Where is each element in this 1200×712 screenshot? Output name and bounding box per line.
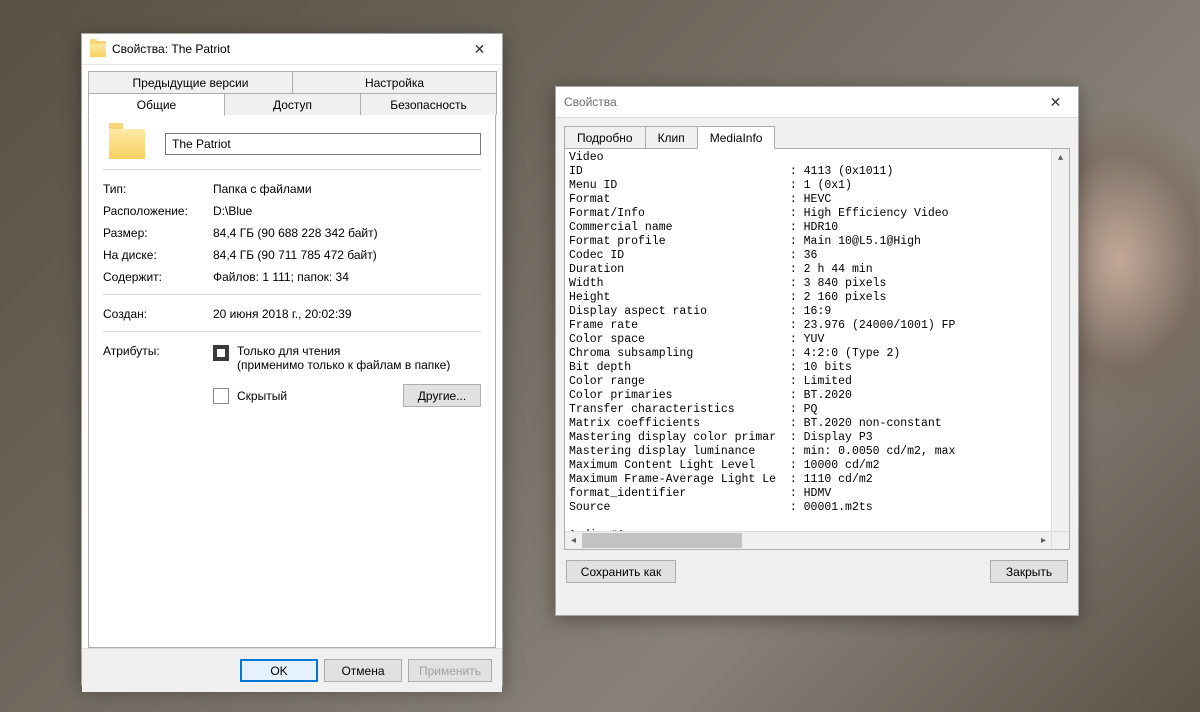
mediainfo-panel: Video ID : 4113 (0x1011) Menu ID : 1 (0x… bbox=[564, 148, 1070, 550]
save-as-button[interactable]: Сохранить как bbox=[566, 560, 676, 583]
horizontal-scrollbar[interactable]: ◂ ▸ bbox=[565, 531, 1052, 549]
readonly-note: (применимо только к файлам в папке) bbox=[237, 358, 450, 372]
attributes-label: Атрибуты: bbox=[103, 344, 213, 358]
advanced-button[interactable]: Другие... bbox=[403, 384, 481, 407]
location-value: D:\Blue bbox=[213, 204, 252, 218]
titlebar[interactable]: Свойства ✕ bbox=[556, 87, 1078, 118]
apply-button[interactable]: Применить bbox=[408, 659, 492, 682]
scroll-left-icon[interactable]: ◂ bbox=[565, 535, 582, 546]
window-title: Свойства: The Patriot bbox=[112, 42, 457, 56]
dialog-buttons: OK Отмена Применить bbox=[82, 648, 502, 692]
vertical-scrollbar[interactable]: ▴ bbox=[1051, 149, 1069, 532]
mediainfo-properties-window: Свойства ✕ Подробно Клип MediaInfo Video… bbox=[555, 86, 1079, 616]
hidden-label: Скрытый bbox=[237, 389, 287, 403]
location-label: Расположение: bbox=[103, 204, 213, 218]
type-label: Тип: bbox=[103, 182, 213, 196]
close-button[interactable]: Закрыть bbox=[990, 560, 1068, 583]
resize-grip-icon bbox=[1051, 531, 1069, 549]
tabs-area: Предыдущие версии Настройка Общие Доступ… bbox=[82, 65, 502, 648]
tab-general[interactable]: Общие bbox=[88, 93, 225, 116]
close-icon[interactable]: ✕ bbox=[457, 34, 502, 64]
tab-customize[interactable]: Настройка bbox=[292, 71, 497, 93]
cancel-button[interactable]: Отмена bbox=[324, 659, 402, 682]
size-on-disk-label: На диске: bbox=[103, 248, 213, 262]
tab-details[interactable]: Подробно bbox=[564, 126, 646, 148]
tab-previous-versions[interactable]: Предыдущие версии bbox=[88, 71, 293, 93]
readonly-label: Только для чтения bbox=[237, 344, 450, 358]
folder-icon bbox=[109, 129, 145, 159]
size-value: 84,4 ГБ (90 688 228 342 байт) bbox=[213, 226, 378, 240]
size-label: Размер: bbox=[103, 226, 213, 240]
folder-name-input[interactable] bbox=[165, 133, 481, 155]
hidden-checkbox[interactable] bbox=[213, 388, 229, 404]
tab-mediainfo[interactable]: MediaInfo bbox=[697, 126, 776, 149]
created-value: 20 июня 2018 г., 20:02:39 bbox=[213, 307, 352, 321]
folder-icon bbox=[90, 41, 106, 57]
scroll-thumb[interactable] bbox=[582, 533, 742, 548]
scroll-up-icon[interactable]: ▴ bbox=[1052, 149, 1069, 166]
size-on-disk-value: 84,4 ГБ (90 711 785 472 байт) bbox=[213, 248, 377, 262]
scroll-right-icon[interactable]: ▸ bbox=[1035, 535, 1052, 546]
readonly-checkbox[interactable] bbox=[213, 345, 229, 361]
tab-sharing[interactable]: Доступ bbox=[224, 93, 361, 115]
window-title: Свойства bbox=[564, 95, 1033, 109]
contains-value: Файлов: 1 111; папок: 34 bbox=[213, 270, 349, 284]
contains-label: Содержит: bbox=[103, 270, 213, 284]
mediainfo-text[interactable]: Video ID : 4113 (0x1011) Menu ID : 1 (0x… bbox=[565, 149, 1060, 536]
folder-properties-window: Свойства: The Patriot ✕ Предыдущие верси… bbox=[81, 33, 503, 686]
created-label: Создан: bbox=[103, 307, 213, 321]
ok-button[interactable]: OK bbox=[240, 659, 318, 682]
close-icon[interactable]: ✕ bbox=[1033, 87, 1078, 117]
tab-clip[interactable]: Клип bbox=[645, 126, 698, 148]
tab-general-panel: Тип: Папка с файлами Расположение: D:\Bl… bbox=[88, 114, 496, 648]
type-value: Папка с файлами bbox=[213, 182, 312, 196]
tab-security[interactable]: Безопасность bbox=[360, 93, 497, 115]
titlebar[interactable]: Свойства: The Patriot ✕ bbox=[82, 34, 502, 65]
